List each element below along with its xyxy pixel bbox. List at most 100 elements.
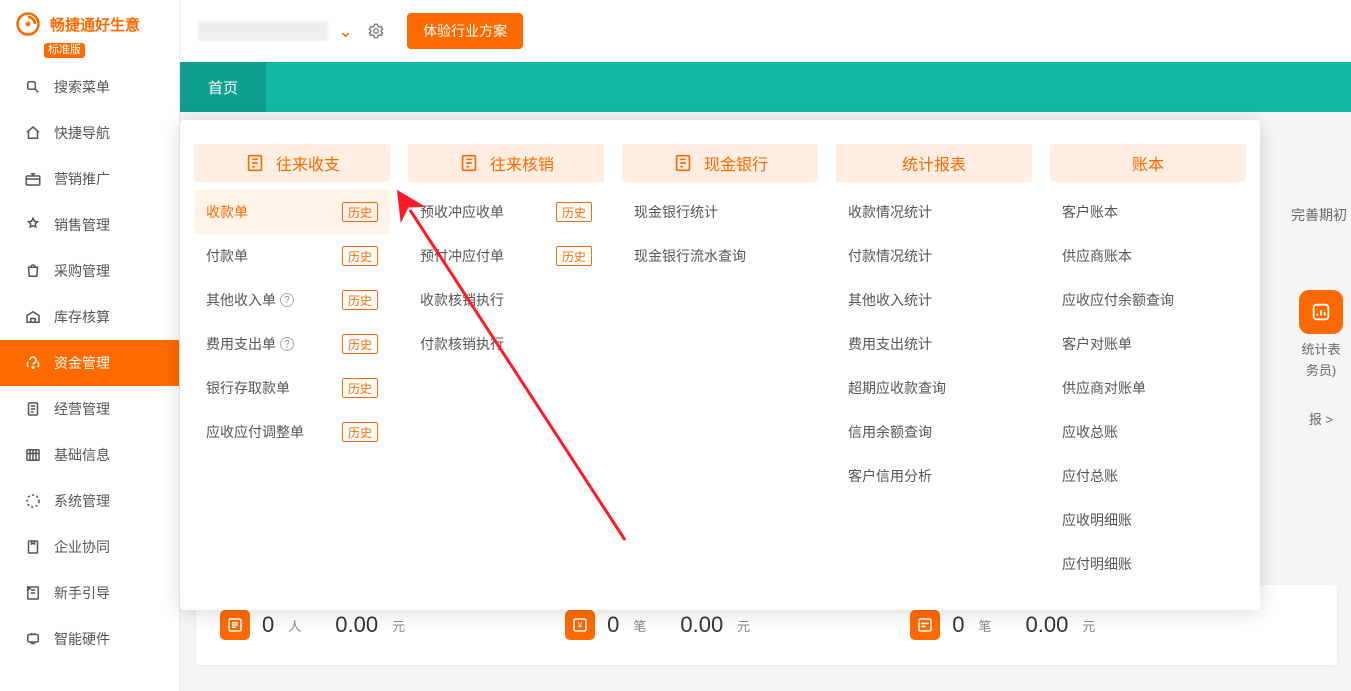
flyout-item-label: 应收应付余额查询: [1062, 290, 1174, 310]
summary-icon: [910, 610, 940, 640]
flyout-item[interactable]: 应收总账: [1050, 410, 1246, 454]
history-tag[interactable]: 历史: [342, 202, 378, 222]
flyout-item[interactable]: 收款核销执行: [408, 278, 604, 322]
history-tag[interactable]: 历史: [342, 246, 378, 266]
tabbar: 首页: [180, 62, 1351, 112]
help-icon[interactable]: ?: [280, 293, 294, 307]
flyout-item[interactable]: 应付总账: [1050, 454, 1246, 498]
flyout-column-header: 往来收支: [194, 144, 390, 182]
flyout-item-label: 预收冲应收单: [420, 202, 504, 222]
sidebar-item-stock[interactable]: 库存核算: [0, 294, 179, 340]
flyout-item[interactable]: 收款单 历史: [194, 190, 390, 234]
sidebar-item-label: 销售管理: [54, 215, 110, 235]
sidebar-item-finance[interactable]: 资金管理: [0, 340, 179, 386]
flyout-column-title: 往来收支: [276, 151, 340, 175]
tab-home[interactable]: 首页: [180, 62, 266, 112]
summary-item: ¥ 0笔 0.00元: [565, 610, 750, 640]
sidebar-item-sales[interactable]: 销售管理: [0, 202, 179, 248]
sidebar-item-purchase[interactable]: 采购管理: [0, 248, 179, 294]
history-tag[interactable]: 历史: [556, 202, 592, 222]
doc-icon: [244, 152, 266, 174]
flyout-item[interactable]: 应收应付余额查询: [1050, 278, 1246, 322]
flyout-item-label: 收款核销执行: [420, 290, 504, 310]
hw-icon: [24, 630, 42, 648]
summary-count: 0: [262, 612, 274, 638]
flyout-column-title: 往来核销: [490, 151, 554, 175]
flyout-item[interactable]: 应收明细账: [1050, 498, 1246, 542]
doc-icon: [672, 152, 694, 174]
flyout-item[interactable]: 费用支出单? 历史: [194, 322, 390, 366]
flyout-item-label: 其他收入单?: [206, 290, 294, 310]
flyout-column: 往来收支收款单历史付款单历史其他收入单?历史费用支出单?历史银行存取款单历史应收…: [194, 144, 390, 586]
org-name-redacted: [198, 21, 328, 41]
flyout-item[interactable]: 超期应收款查询: [836, 366, 1032, 410]
quicknav-icon: [24, 124, 42, 142]
flyout-item[interactable]: 收款情况统计: [836, 190, 1032, 234]
summary-count: 0: [607, 612, 619, 638]
sidebar-item-guide[interactable]: 新手引导: [0, 570, 179, 616]
flyout-item-label: 其他收入统计: [848, 290, 932, 310]
flyout-column-header: 账本: [1050, 144, 1246, 182]
sidebar-item-label: 采购管理: [54, 261, 110, 281]
flyout-item[interactable]: 客户账本: [1050, 190, 1246, 234]
flyout-item[interactable]: 银行存取款单历史: [194, 366, 390, 410]
system-icon: [24, 492, 42, 510]
summary-item: 0笔 0.00元: [910, 610, 1095, 640]
float-link-statsb[interactable]: 务员): [1291, 361, 1351, 382]
topbar: ⌄ 体验行业方案: [180, 0, 1351, 62]
flyout-item[interactable]: 预收冲应收单 历史: [408, 190, 604, 234]
sidebar-item-base[interactable]: 基础信息: [0, 432, 179, 478]
flyout-column-header: 往来核销: [408, 144, 604, 182]
flyout-column: 现金银行现金银行统计现金银行流水查询: [622, 144, 818, 586]
history-tag[interactable]: 历史: [342, 334, 378, 354]
sidebar-item-coop[interactable]: 企业协同: [0, 524, 179, 570]
flyout-item[interactable]: 现金银行统计: [622, 190, 818, 234]
flyout-item[interactable]: 应收应付调整单历史: [194, 410, 390, 454]
sidebar-item-ops[interactable]: 经营管理: [0, 386, 179, 432]
flyout-column-header: 现金银行: [622, 144, 818, 182]
float-stats-button[interactable]: [1299, 290, 1343, 334]
sidebar-item-promo[interactable]: 营销推广: [0, 156, 179, 202]
sidebar-item-label: 快捷导航: [54, 123, 110, 143]
flyout-item-label: 费用支出单?: [206, 334, 294, 354]
sales-icon: [24, 216, 42, 234]
experience-plan-button[interactable]: 体验行业方案: [407, 13, 523, 49]
flyout-item-label: 收款单: [206, 202, 248, 222]
flyout-item[interactable]: 付款单历史: [194, 234, 390, 278]
flyout-item[interactable]: 付款核销执行: [408, 322, 604, 366]
flyout-item-label: 应收明细账: [1062, 510, 1132, 530]
flyout-item[interactable]: 现金银行流水查询: [622, 234, 818, 278]
flyout-item[interactable]: 其他收入统计: [836, 278, 1032, 322]
flyout-item[interactable]: 信用余额查询: [836, 410, 1032, 454]
summary-icon: [220, 610, 250, 640]
flyout-item[interactable]: 客户对账单: [1050, 322, 1246, 366]
org-selector[interactable]: ⌄: [198, 21, 353, 41]
history-tag[interactable]: 历史: [556, 246, 592, 266]
gear-icon[interactable]: [367, 22, 385, 40]
sidebar-item-label: 搜索菜单: [54, 77, 110, 97]
sidebar-item-search[interactable]: 搜索菜单: [0, 64, 179, 110]
sidebar-item-system[interactable]: 系统管理: [0, 478, 179, 524]
sidebar-item-hw[interactable]: 智能硬件: [0, 616, 179, 662]
float-link-report[interactable]: 报 >: [1291, 410, 1351, 431]
flyout-item[interactable]: 应付明细账: [1050, 542, 1246, 586]
flyout-column-title: 账本: [1132, 151, 1164, 175]
flyout-item[interactable]: 供应商账本: [1050, 234, 1246, 278]
history-tag[interactable]: 历史: [342, 290, 378, 310]
flyout-item[interactable]: 供应商对账单: [1050, 366, 1246, 410]
flyout-item[interactable]: 费用支出统计: [836, 322, 1032, 366]
promo-icon: [24, 170, 42, 188]
sidebar-item-label: 智能硬件: [54, 629, 110, 649]
sidebar-item-label: 企业协同: [54, 537, 110, 557]
svg-text:¥: ¥: [577, 621, 583, 630]
float-link-stats[interactable]: 统计表: [1291, 340, 1351, 361]
sidebar-item-quicknav[interactable]: 快捷导航: [0, 110, 179, 156]
flyout-item[interactable]: 其他收入单? 历史: [194, 278, 390, 322]
help-icon[interactable]: ?: [280, 337, 294, 351]
flyout-item[interactable]: 预付冲应付单历史: [408, 234, 604, 278]
flyout-item[interactable]: 客户信用分析: [836, 454, 1032, 498]
flyout-item[interactable]: 付款情况统计: [836, 234, 1032, 278]
history-tag[interactable]: 历史: [342, 378, 378, 398]
history-tag[interactable]: 历史: [342, 422, 378, 442]
summary-unit: 人: [288, 616, 301, 635]
